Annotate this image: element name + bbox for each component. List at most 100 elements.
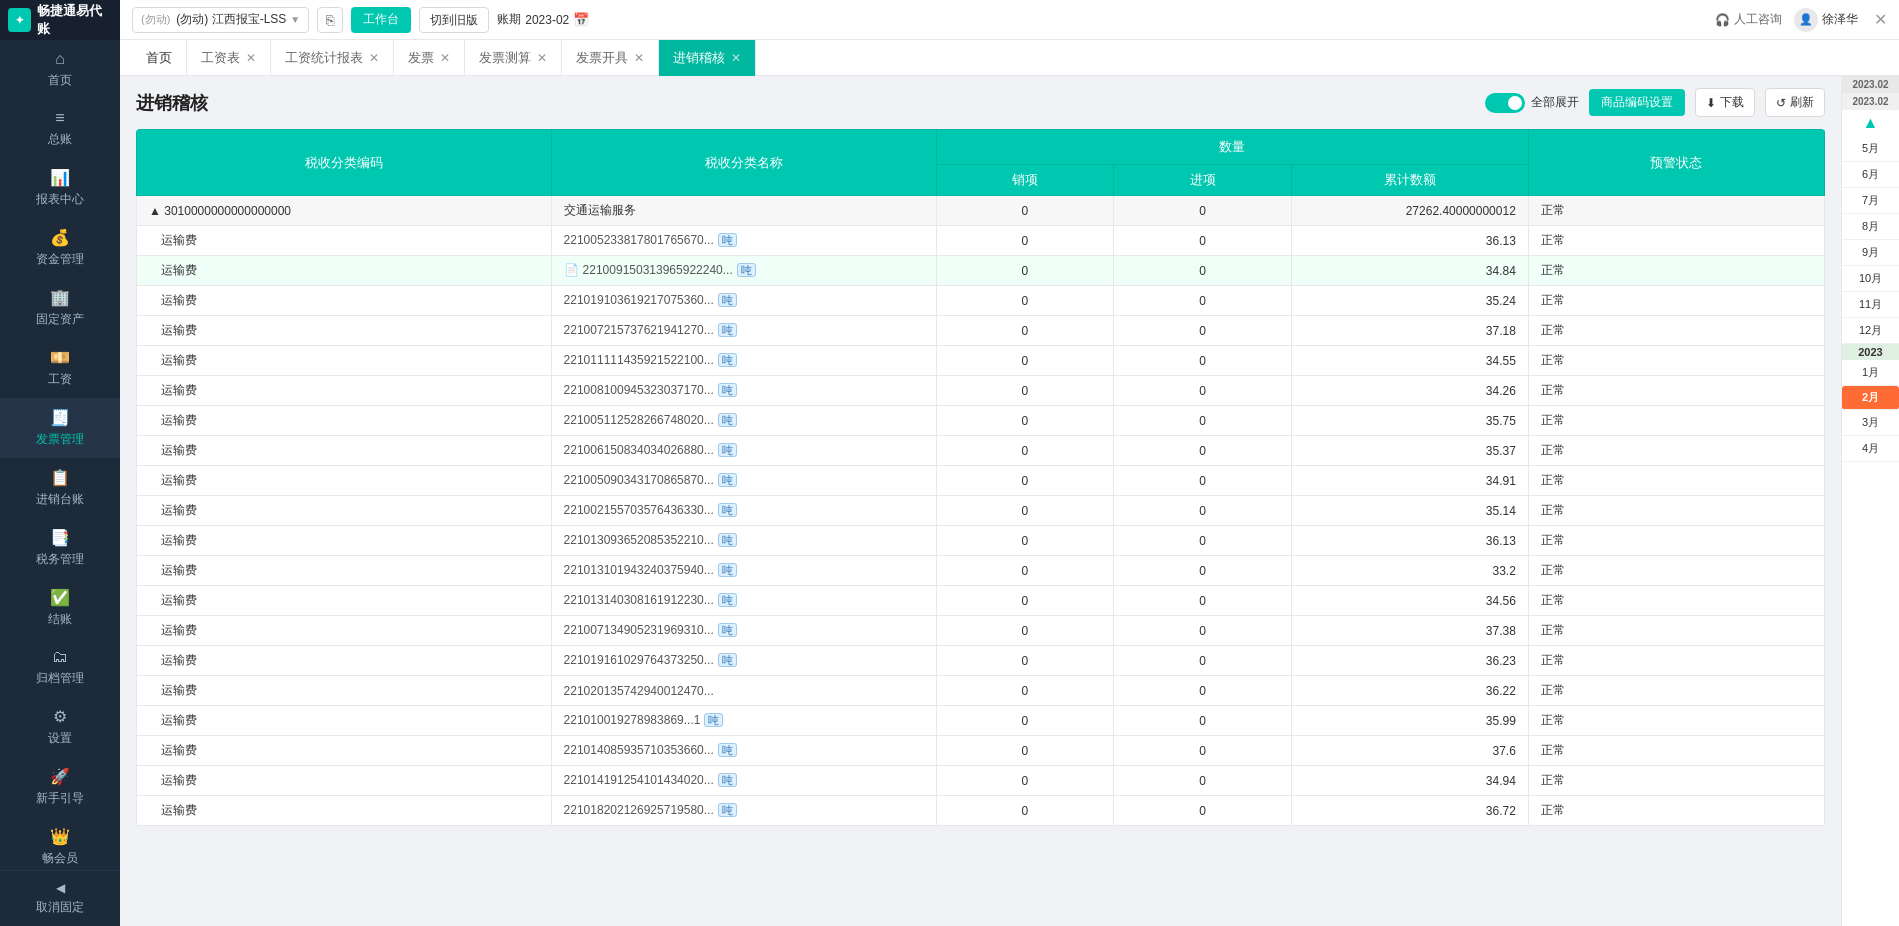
service-button[interactable]: 🎧 人工咨询 xyxy=(1715,11,1782,28)
sidebar-item-home[interactable]: ⌂ 首页 xyxy=(0,40,120,99)
cell-sales: 0 xyxy=(936,796,1114,826)
tab-salary-table[interactable]: 工资表 ✕ xyxy=(187,40,271,76)
tab-close-icon[interactable]: ✕ xyxy=(440,51,450,65)
cell-name: 运输费 xyxy=(137,556,552,586)
refresh-icon: ↺ xyxy=(1776,96,1786,110)
month-3[interactable]: 3月 xyxy=(1842,410,1899,436)
month-10[interactable]: 10月 xyxy=(1842,266,1899,292)
cell-purchase: 0 xyxy=(1114,466,1292,496)
tab-close-icon[interactable]: ✕ xyxy=(369,51,379,65)
cell-name: 运输费 xyxy=(137,526,552,556)
sidebar-item-assets[interactable]: 🏢 固定资产 xyxy=(0,278,120,338)
invoice-icon: 🧾 xyxy=(50,408,70,427)
assets-icon: 🏢 xyxy=(50,288,70,307)
sidebar-item-settle[interactable]: ✅ 结账 xyxy=(0,578,120,638)
commodity-settings-button[interactable]: 商品编码设置 xyxy=(1589,89,1685,116)
scroll-up-button[interactable]: ▲ xyxy=(1842,110,1899,136)
period-prefix: 账期 xyxy=(497,11,521,28)
tab-close-icon[interactable]: ✕ xyxy=(634,51,644,65)
cell-purchase: 0 xyxy=(1114,316,1292,346)
page-header: 进销稽核 全部展开 商品编码设置 ⬇ 下载 xyxy=(136,88,1825,117)
tab-invoice-open[interactable]: 发票开具 ✕ xyxy=(562,40,659,76)
cell-sales: 0 xyxy=(936,496,1114,526)
settle-icon: ✅ xyxy=(50,588,70,607)
user-info[interactable]: 👤 徐泽华 xyxy=(1794,8,1858,32)
month-5[interactable]: 5月 xyxy=(1842,136,1899,162)
download-button[interactable]: ⬇ 下载 xyxy=(1695,88,1755,117)
sidebar-item-invoice[interactable]: 🧾 发票管理 xyxy=(0,398,120,458)
month-8[interactable]: 8月 xyxy=(1842,214,1899,240)
cell-sales: 0 xyxy=(936,526,1114,556)
table-row: 运输费 221007134905231969310...吨 0 0 37.38 … xyxy=(137,616,1825,646)
month-1[interactable]: 1月 xyxy=(1842,360,1899,386)
expand-toggle[interactable] xyxy=(1485,93,1525,113)
cell-cumulative: 33.2 xyxy=(1291,556,1528,586)
table-row: 运输费 221014191254101434020...吨 0 0 34.94 … xyxy=(137,766,1825,796)
cell-invoice: 221007215737621941270...吨 xyxy=(551,316,936,346)
refresh-button[interactable]: ↺ 刷新 xyxy=(1765,88,1825,117)
top-bar: (勿动) (勿动) 江西报宝-LSS ▼ ⎘ 工作台 切到旧版 账期 2023-… xyxy=(120,0,1899,40)
copy-button[interactable]: ⎘ xyxy=(317,7,343,33)
company-selector[interactable]: (勿动) (勿动) 江西报宝-LSS ▼ xyxy=(132,7,309,33)
month-11[interactable]: 11月 xyxy=(1842,292,1899,318)
calendar-icon[interactable]: 📅 xyxy=(573,12,589,27)
tab-salary-table-label: 工资表 xyxy=(201,49,240,67)
right-panel-year-label: 2023.02 xyxy=(1842,76,1899,93)
switch-version-button[interactable]: 切到旧版 xyxy=(419,7,489,33)
sidebar-item-guide[interactable]: 🚀 新手引导 xyxy=(0,757,120,817)
month-9[interactable]: 9月 xyxy=(1842,240,1899,266)
sidebar-item-label: 税务管理 xyxy=(36,551,84,568)
month-12[interactable]: 12月 xyxy=(1842,318,1899,344)
month-7[interactable]: 7月 xyxy=(1842,188,1899,214)
sidebar-bottom-unpin[interactable]: ◀ 取消固定 xyxy=(0,870,120,926)
cell-cumulative: 37.6 xyxy=(1291,736,1528,766)
col-sales-header: 销项 xyxy=(936,165,1114,196)
cell-invoice: 221005112528266748020...吨 xyxy=(551,406,936,436)
sidebar-item-ledger[interactable]: ≡ 总账 xyxy=(0,99,120,158)
app-logo: ✦ 畅捷通易代账 xyxy=(0,0,120,40)
cell-invoice: 221013140308161912230...吨 xyxy=(551,586,936,616)
tab-salary-stats[interactable]: 工资统计报表 ✕ xyxy=(271,40,394,76)
col-tax-name-header: 税收分类名称 xyxy=(551,130,936,196)
cell-cumulative: 34.56 xyxy=(1291,586,1528,616)
sidebar-item-inout[interactable]: 📋 进销台账 xyxy=(0,458,120,518)
cell-invoice: 221011111435921522100...吨 xyxy=(551,346,936,376)
tab-invoice-label: 发票 xyxy=(408,49,434,67)
month-6[interactable]: 6月 xyxy=(1842,162,1899,188)
close-icon[interactable]: ✕ xyxy=(1874,10,1887,29)
data-table-container: 税收分类编码 税收分类名称 数量 预警状态 销项 进项 累计数额 ▲ 30100… xyxy=(136,129,1825,914)
tab-reconcile[interactable]: 进销稽核 ✕ xyxy=(659,40,756,76)
tab-invoice-calc[interactable]: 发票测算 ✕ xyxy=(465,40,562,76)
month-4[interactable]: 4月 xyxy=(1842,436,1899,462)
table-row: 运输费 221013101943240375940...吨 0 0 33.2 正… xyxy=(137,556,1825,586)
cell-status: 正常 xyxy=(1528,376,1824,406)
sidebar-item-reports[interactable]: 📊 报表中心 xyxy=(0,158,120,218)
sidebar-item-member[interactable]: 👑 畅会员 xyxy=(0,817,120,870)
cell-status: 正常 xyxy=(1528,586,1824,616)
sidebar-item-salary[interactable]: 💴 工资 xyxy=(0,338,120,398)
main-area: (勿动) (勿动) 江西报宝-LSS ▼ ⎘ 工作台 切到旧版 账期 2023-… xyxy=(120,0,1899,926)
cell-purchase: 0 xyxy=(1114,616,1292,646)
cell-cumulative: 37.38 xyxy=(1291,616,1528,646)
tab-close-icon[interactable]: ✕ xyxy=(537,51,547,65)
table-row: 运输费 221020135742940012470... 0 0 36.22 正… xyxy=(137,676,1825,706)
cell-invoice: 221005090343170865870...吨 xyxy=(551,466,936,496)
top-bar-right: 🎧 人工咨询 👤 徐泽华 ✕ xyxy=(1715,8,1887,32)
sidebar-item-tax[interactable]: 📑 税务管理 xyxy=(0,518,120,578)
tab-invoice[interactable]: 发票 ✕ xyxy=(394,40,465,76)
tab-close-icon[interactable]: ✕ xyxy=(731,51,741,65)
cell-status: 正常 xyxy=(1528,556,1824,586)
cell-cumulative: 35.24 xyxy=(1291,286,1528,316)
sidebar-item-archive[interactable]: 🗂 归档管理 xyxy=(0,638,120,697)
table-row: 运输费 221006150834034026880...吨 0 0 35.37 … xyxy=(137,436,1825,466)
cell-name: 运输费 xyxy=(137,616,552,646)
worktable-button[interactable]: 工作台 xyxy=(351,7,411,33)
tab-home[interactable]: 首页 xyxy=(132,40,187,76)
sidebar-item-settings[interactable]: ⚙ 设置 xyxy=(0,697,120,757)
tab-close-icon[interactable]: ✕ xyxy=(246,51,256,65)
sidebar-item-capital[interactable]: 💰 资金管理 xyxy=(0,218,120,278)
refresh-label: 刷新 xyxy=(1790,94,1814,111)
month-2-active[interactable]: 2月 xyxy=(1842,386,1899,410)
table-row: 运输费 221007215737621941270...吨 0 0 37.18 … xyxy=(137,316,1825,346)
cell-invoice: 221008100945323037170...吨 xyxy=(551,376,936,406)
